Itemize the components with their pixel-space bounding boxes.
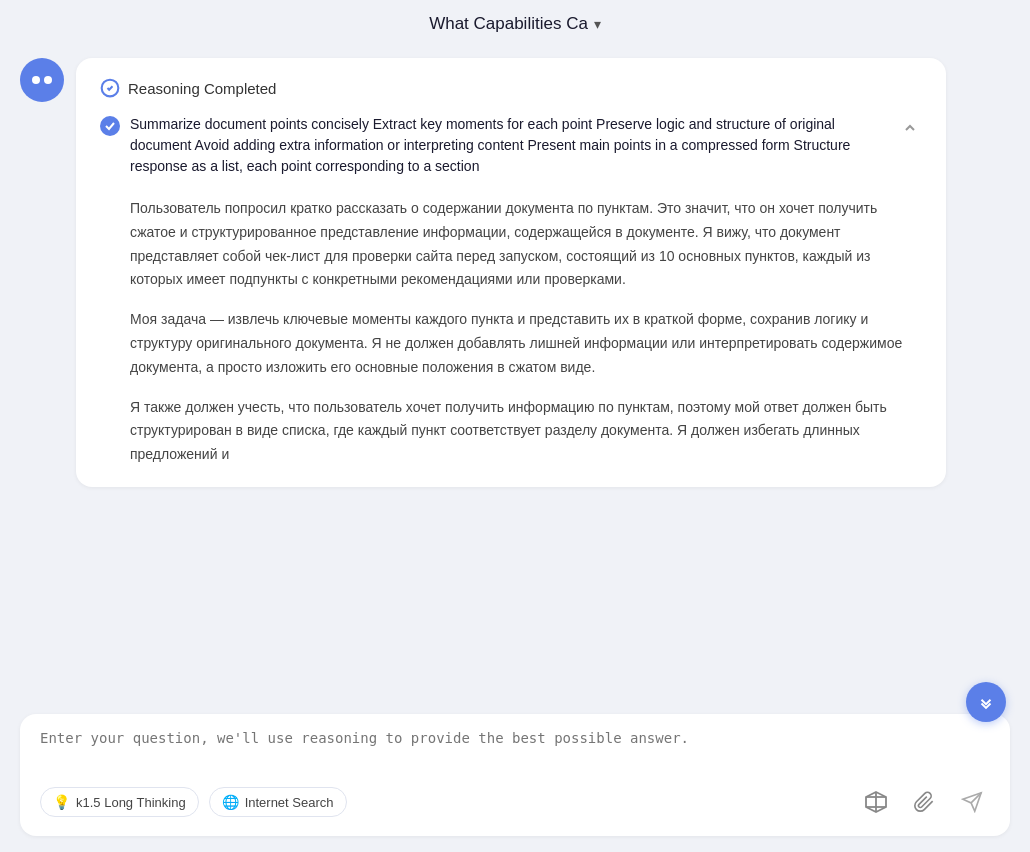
globe-icon: 🌐	[222, 794, 239, 810]
reasoning-paragraph-2: Моя задача — извлечь ключевые моменты ка…	[100, 308, 922, 379]
thinking-icon: 💡	[53, 794, 70, 810]
reasoning-completed-label: Reasoning Completed	[128, 80, 276, 97]
avatar-dot-2	[44, 76, 52, 84]
input-actions	[858, 784, 990, 820]
step-title: Summarize document points concisely Extr…	[130, 114, 888, 177]
step-check-icon	[100, 116, 120, 136]
avatar-dot-1	[32, 76, 40, 84]
chat-input[interactable]	[40, 730, 990, 770]
internet-search-pill[interactable]: 🌐 Internet Search	[209, 787, 347, 817]
input-options: 💡 k1.5 Long Thinking 🌐 Internet Search	[40, 787, 347, 817]
thinking-label: k1.5 Long Thinking	[76, 795, 186, 810]
step-row: Summarize document points concisely Extr…	[100, 114, 922, 181]
avatar-dots	[32, 76, 52, 84]
search-label: Internet Search	[245, 795, 334, 810]
reasoning-card: Reasoning Completed Summarize document p…	[76, 58, 946, 487]
content-wrapper: Reasoning Completed Summarize document p…	[0, 48, 1030, 852]
header-title: What Capabilities Ca	[429, 14, 588, 34]
step-collapse-button[interactable]	[898, 116, 922, 140]
reasoning-paragraph-1: Пользователь попросил кратко рассказать …	[100, 197, 922, 292]
attachment-button[interactable]	[906, 784, 942, 820]
reasoning-paragraph-3: Я также должен учесть, что пользователь …	[100, 396, 922, 467]
chevron-down-icon: ▾	[594, 16, 601, 32]
cube-button[interactable]	[858, 784, 894, 820]
thinking-mode-pill[interactable]: 💡 k1.5 Long Thinking	[40, 787, 199, 817]
input-area: 💡 k1.5 Long Thinking 🌐 Internet Search	[20, 714, 1010, 836]
chat-area: Reasoning Completed Summarize document p…	[20, 48, 1010, 714]
reasoning-check-icon	[100, 78, 120, 98]
send-button[interactable]	[954, 784, 990, 820]
reasoning-header: Reasoning Completed	[100, 78, 922, 98]
main-area: Reasoning Completed Summarize document p…	[0, 48, 1030, 852]
scroll-down-button[interactable]	[966, 682, 1006, 722]
message-row: Reasoning Completed Summarize document p…	[20, 48, 1010, 497]
step-content: Summarize document points concisely Extr…	[130, 114, 888, 181]
title-dropdown[interactable]: What Capabilities Ca ▾	[429, 14, 601, 34]
input-bottom-row: 💡 k1.5 Long Thinking 🌐 Internet Search	[40, 784, 990, 820]
header: What Capabilities Ca ▾	[0, 0, 1030, 48]
avatar	[20, 58, 64, 102]
